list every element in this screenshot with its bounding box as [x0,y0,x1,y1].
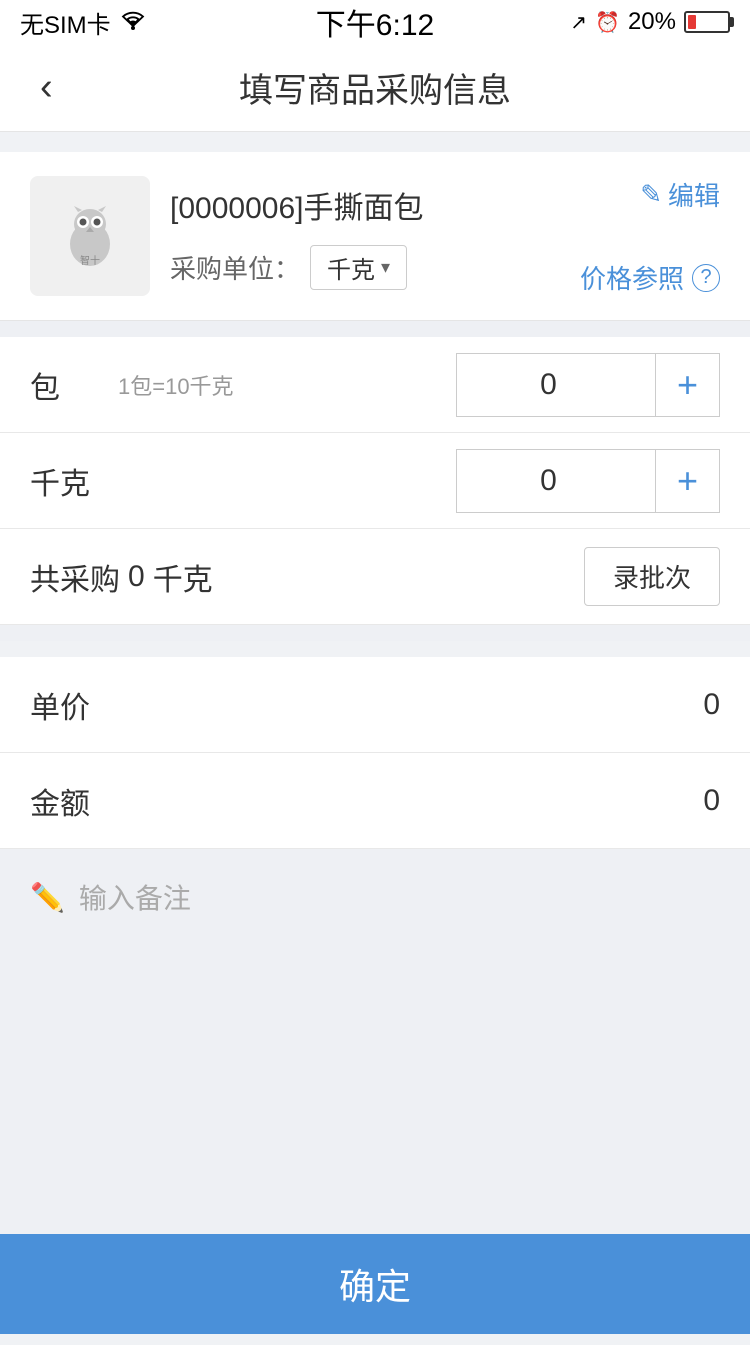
price-ref-label: 价格参照 [580,259,684,296]
nav-bar: ‹ 填写商品采购信息 [0,44,750,132]
price-section: 单价 0 金额 0 [0,657,750,849]
amount-row: 金额 0 [0,753,750,849]
product-name: [0000006]手撕面包 [170,183,720,227]
bao-sublabel: 1包=10千克 [118,369,234,401]
bao-label: 包 [30,363,110,407]
kg-row: 千克 + [0,433,750,529]
edit-button[interactable]: ✎ 编辑 [640,176,720,213]
alarm-icon: ⏰ [595,10,620,35]
amount-value: 0 [703,784,720,818]
section-divider-2 [0,625,750,641]
bao-input[interactable] [456,353,656,417]
kg-label: 千克 [30,459,110,503]
unit-price-value: 0 [703,688,720,722]
summary-value: 0 [128,560,145,594]
kg-plus-button[interactable]: + [656,449,720,513]
quantity-section: 包 1包=10千克 + 千克 + [0,337,750,529]
empty-area [0,945,750,1245]
unit-price-label: 单价 [30,683,90,727]
bao-input-group: + [456,353,720,417]
pencil-icon: ✏️ [30,881,65,914]
status-bar-left: 无SIM卡 [20,5,147,40]
wifi-icon [119,8,147,37]
product-logo: 智十 [50,196,130,276]
status-bar-right: ↗ ⏰ 20% [570,8,730,36]
unit-value: 千克 [327,250,375,285]
price-ref-button[interactable]: 价格参照 ? [580,259,720,296]
confirm-button[interactable]: 确定 [0,1234,750,1334]
svg-text:智十: 智十 [80,254,100,267]
status-bar-time: 下午6:12 [316,0,434,44]
unit-label: 采购单位： [170,249,300,286]
kg-input-group: + [456,449,720,513]
unit-price-row: 单价 0 [0,657,750,753]
carrier-label: 无SIM卡 [20,5,111,40]
battery-icon [684,11,730,33]
edit-icon: ✎ [640,179,662,210]
signal-arrow-icon: ↗ [570,10,587,35]
dropdown-arrow-icon: ▾ [381,257,390,278]
amount-label: 金额 [30,779,90,823]
page-title: 填写商品采购信息 [239,63,511,112]
battery-pct: 20% [628,8,676,36]
summary-prefix: 共采购 [30,555,120,599]
unit-dropdown[interactable]: 千克 ▾ [310,245,407,290]
section-divider-1 [0,321,750,337]
kg-input[interactable] [456,449,656,513]
status-bar: 无SIM卡 下午6:12 ↗ ⏰ 20% [0,0,750,44]
note-placeholder: 输入备注 [79,877,191,917]
back-button[interactable]: ‹ [30,56,63,119]
product-image: 智十 [30,176,150,296]
summary-row: 共采购 0 千克 录批次 [0,529,750,625]
edit-label: 编辑 [668,176,720,213]
note-section[interactable]: ✏️ 输入备注 [0,849,750,945]
price-ref-help-icon: ? [692,264,720,292]
product-card: 智十 [0000006]手撕面包 采购单位： 千克 ▾ ✎ 编辑 价格参照 [0,152,750,321]
record-batch-button[interactable]: 录批次 [584,547,720,606]
summary-unit: 千克 [153,555,213,599]
bao-plus-button[interactable]: + [656,353,720,417]
bao-row: 包 1包=10千克 + [0,337,750,433]
